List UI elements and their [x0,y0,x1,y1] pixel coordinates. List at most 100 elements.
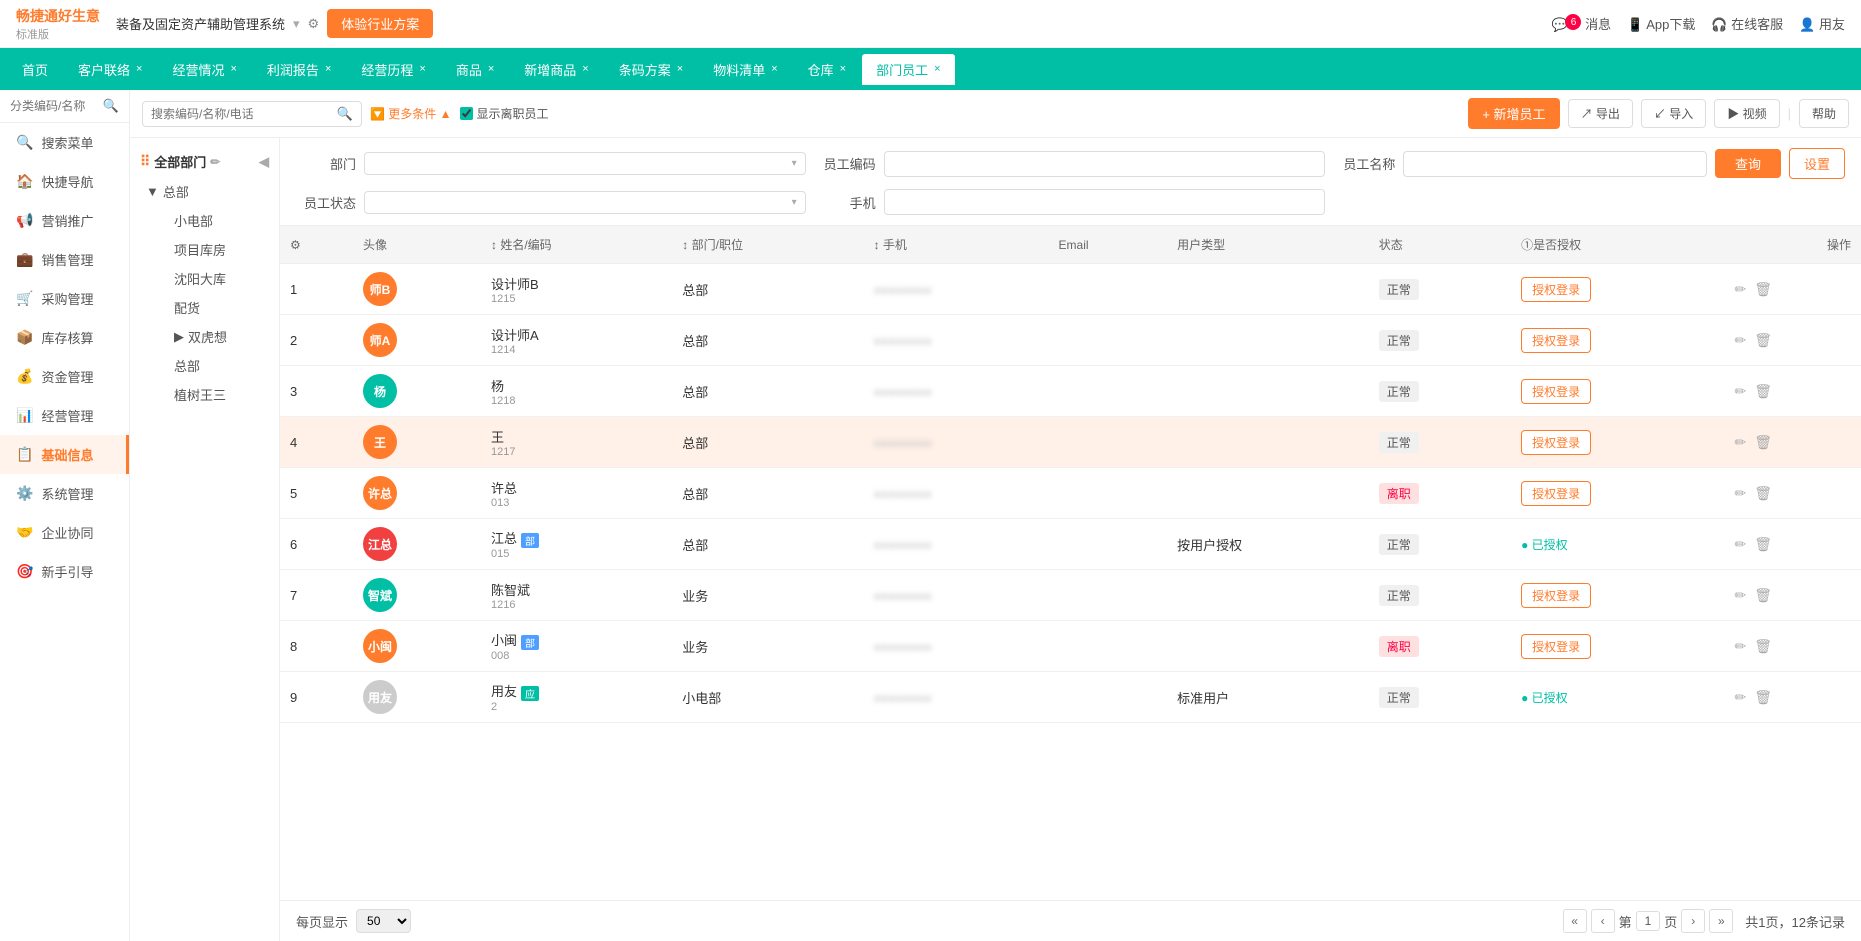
sidebar-item-collab[interactable]: 🤝企业协同 [0,513,129,552]
row-auth[interactable]: 授权登录 [1511,417,1724,468]
sidebar-item-search[interactable]: 🔍搜索菜单 [0,123,129,162]
search-input[interactable] [151,107,333,121]
edit-icon[interactable]: ✏ [1735,638,1747,655]
tab-addgoods[interactable]: 新增商品 × [510,54,602,85]
sidebar-item-purchase[interactable]: 🛒采购管理 [0,279,129,318]
sidebar-search-input[interactable] [10,99,99,113]
dept-select[interactable]: ▾ [364,152,806,175]
first-page-btn[interactable]: « [1563,909,1587,933]
auth-login-btn[interactable]: 授权登录 [1521,328,1591,353]
setting-button[interactable]: 设置 [1789,148,1845,179]
next-page-btn[interactable]: › [1681,909,1705,933]
trial-button[interactable]: 体验行业方案 [327,9,433,38]
sidebar-item-marketing[interactable]: 📢营销推广 [0,201,129,240]
delete-icon[interactable]: 🗑 [1754,638,1772,655]
dept-node-zongbu2[interactable]: 总部 [158,351,279,380]
row-auth[interactable]: 授权登录 [1511,315,1724,366]
tab-operation[interactable]: 经营情况 × [158,54,250,85]
show-resigned-toggle[interactable]: 显示离职员工 [460,105,549,122]
sidebar-item-sales[interactable]: 💼销售管理 [0,240,129,279]
auth-login-btn[interactable]: 授权登录 [1521,277,1591,302]
message-icon[interactable]: 💬 6 消息 [1552,14,1611,33]
tab-employees[interactable]: 部门员工 × [862,54,954,85]
tab-bom[interactable]: 物料清单 × [699,54,791,85]
search-button[interactable]: 查询 [1715,149,1781,178]
delete-icon[interactable]: 🗑 [1754,587,1772,604]
dept-node-zongbu[interactable]: ▼ 总部 [130,177,279,206]
tab-warehouse[interactable]: 仓库 × [794,54,860,85]
delete-icon[interactable]: 🗑 [1754,281,1772,298]
delete-icon[interactable]: 🗑 [1754,485,1772,502]
row-auth[interactable]: 授权登录 [1511,621,1724,672]
user-avatar[interactable]: 👤 用友 [1799,14,1845,33]
app-download-link[interactable]: 📱 App下载 [1627,14,1695,33]
tab-profit[interactable]: 利润报告 × [253,54,345,85]
empcode-input[interactable] [884,151,1326,177]
delete-icon[interactable]: 🗑 [1754,689,1772,706]
edit-icon[interactable]: ✏ [1735,536,1747,553]
empname-input[interactable] [1403,151,1707,177]
edit-dept-icon[interactable]: ✏ [210,155,220,169]
edit-icon[interactable]: ✏ [1735,332,1747,349]
phone-input[interactable] [884,189,1326,215]
row-name-cell: 陈智斌1216 [481,570,672,621]
edit-icon[interactable]: ✏ [1735,689,1747,706]
row-auth[interactable]: 授权登录 [1511,264,1724,315]
view-btn[interactable]: ▶ 视频 [1714,99,1779,128]
auth-login-btn[interactable]: 授权登录 [1521,379,1591,404]
sidebar-item-operations[interactable]: 📊经营管理 [0,396,129,435]
tab-home[interactable]: 首页 [8,54,62,85]
gear-icon[interactable]: ⚙ [308,16,320,32]
delete-icon[interactable]: 🗑 [1754,332,1772,349]
tab-history[interactable]: 经营历程 × [347,54,439,85]
tab-goods[interactable]: 商品 × [442,54,508,85]
add-employee-btn[interactable]: + 新增员工 [1468,98,1559,129]
tab-customer[interactable]: 客户联络 × [64,54,156,85]
row-auth[interactable]: 授权登录 [1511,366,1724,417]
row-auth[interactable]: 授权登录 [1511,570,1724,621]
edit-icon[interactable]: ✏ [1735,587,1747,604]
delete-icon[interactable]: 🗑 [1754,434,1772,451]
show-resigned-checkbox[interactable] [460,107,473,120]
more-filter-btn[interactable]: 🔽 更多条件 ▲ [370,105,452,122]
dropdown-arrow[interactable]: ▾ [293,16,300,32]
edit-icon[interactable]: ✏ [1735,281,1747,298]
sidebar-item-basic[interactable]: 📋基础信息 [0,435,129,474]
status-select[interactable]: ▾ [364,191,806,214]
edit-icon[interactable]: ✏ [1735,485,1747,502]
sidebar-item-guide[interactable]: 🎯新手引导 [0,552,129,591]
row-auth[interactable]: 授权登录 [1511,468,1724,519]
collapse-icon[interactable]: ◀ [259,154,269,170]
dept-node-zhishu[interactable]: 植树王三 [158,380,279,409]
delete-icon[interactable]: 🗑 [1754,536,1772,553]
dept-all-label[interactable]: 全部部门 [154,152,206,171]
tab-barcode[interactable]: 条码方案 × [605,54,697,85]
dept-node-xiaodian[interactable]: 小电部 [158,206,279,235]
sidebar-item-finance[interactable]: 💰资金管理 [0,357,129,396]
dept-node-shuanghu[interactable]: ▶ 双虎想 [158,322,279,351]
help-btn[interactable]: 帮助 [1799,99,1849,128]
dept-node-shenyang[interactable]: 沈阳大库 [158,264,279,293]
export-btn[interactable]: ↗ 导出 [1568,99,1633,128]
phone-blurred: ●●●●●●●● [874,436,932,450]
sidebar-item-inventory[interactable]: 📦库存核算 [0,318,129,357]
import-btn[interactable]: ↙ 导入 [1641,99,1706,128]
auth-login-btn[interactable]: 授权登录 [1521,430,1591,455]
sidebar-item-quicknav[interactable]: 🏠快捷导航 [0,162,129,201]
dept-node-peihuo[interactable]: 配货 [158,293,279,322]
sidebar-item-system[interactable]: ⚙️系统管理 [0,474,129,513]
prev-page-btn[interactable]: ‹ [1591,909,1615,933]
online-service-link[interactable]: 🎧 在线客服 [1711,14,1783,33]
sidebar-search-icon[interactable]: 🔍 [103,98,119,114]
status-badge: 正常 [1379,534,1419,555]
search-icon[interactable]: 🔍 [337,106,353,122]
edit-icon[interactable]: ✏ [1735,434,1747,451]
delete-icon[interactable]: 🗑 [1754,383,1772,400]
edit-icon[interactable]: ✏ [1735,383,1747,400]
last-page-btn[interactable]: » [1709,909,1733,933]
dept-node-project[interactable]: 项目库房 [158,235,279,264]
auth-login-btn[interactable]: 授权登录 [1521,634,1591,659]
per-page-select[interactable]: 50 100 [356,909,411,933]
auth-login-btn[interactable]: 授权登录 [1521,481,1591,506]
auth-login-btn[interactable]: 授权登录 [1521,583,1591,608]
